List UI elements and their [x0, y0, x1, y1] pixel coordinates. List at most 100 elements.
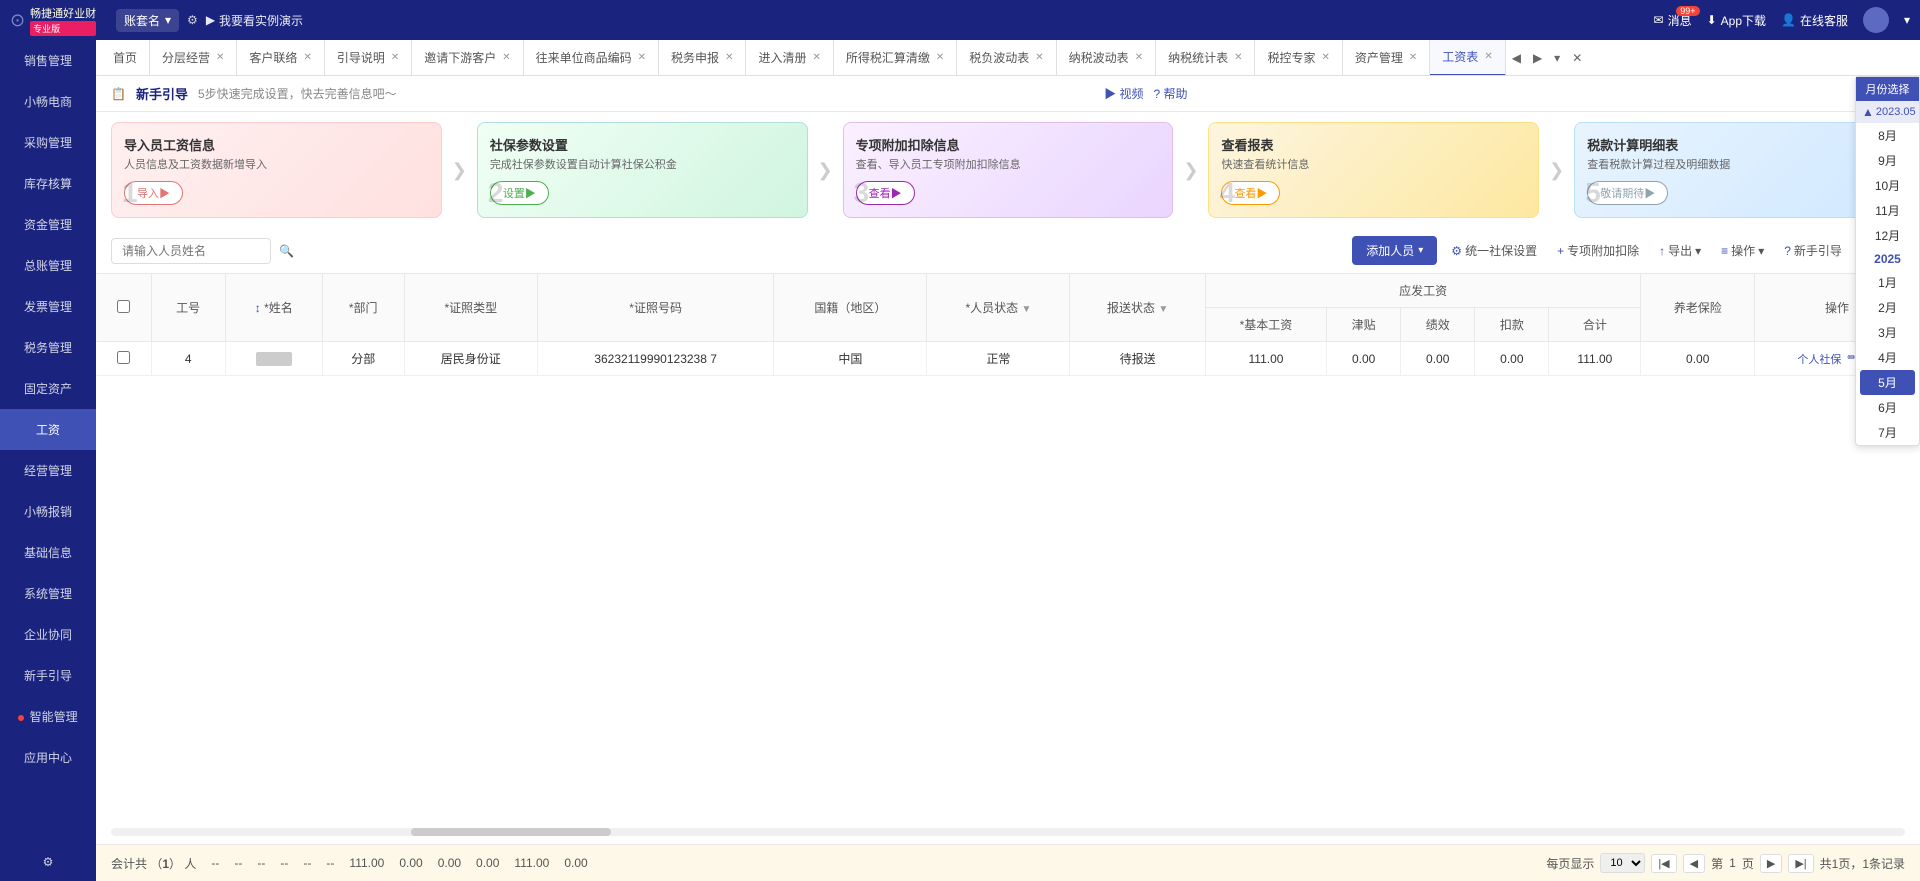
video-link[interactable]: ▶ 视频: [1104, 85, 1143, 102]
app-download-btn[interactable]: ⬇ App下载: [1707, 12, 1766, 29]
step-1-num: 1: [122, 177, 138, 209]
month-nav-up[interactable]: ▲: [1860, 103, 1876, 121]
tab-payroll[interactable]: 工资表 ✕: [1430, 40, 1505, 76]
help-link[interactable]: ? 帮助: [1153, 85, 1187, 102]
tab-nav-right[interactable]: ▶: [1527, 51, 1548, 65]
social-security-setup-btn[interactable]: ⚙ 统一社保设置: [1445, 238, 1543, 263]
scrollbar-thumb[interactable]: [411, 828, 611, 836]
tab-clearance[interactable]: 进入清册 ✕: [746, 40, 833, 76]
page-size-select[interactable]: 10 20 50: [1600, 853, 1645, 873]
month-1[interactable]: 1月: [1856, 270, 1919, 295]
sidebar-item-tax[interactable]: 税务管理: [0, 327, 96, 368]
search-input[interactable]: [111, 238, 271, 264]
last-page-btn[interactable]: ▶|: [1788, 854, 1813, 873]
tab-guide-desc[interactable]: 引导说明 ✕: [325, 40, 412, 76]
tab-tax-burden-close[interactable]: ✕: [1035, 52, 1043, 63]
special-deduction-btn[interactable]: + 专项附加扣除: [1551, 238, 1645, 263]
sidebar-item-purchase[interactable]: 采购管理: [0, 122, 96, 163]
tab-asset-mgmt-close[interactable]: ✕: [1409, 52, 1417, 63]
sidebar-item-invoice[interactable]: 发票管理: [0, 286, 96, 327]
pagination: 每页显示 10 20 50 |◀ ◀ 第 1 页 ▶ ▶| 共1页，1条: [1546, 853, 1905, 873]
tab-tax-stats[interactable]: 纳税统计表 ✕: [1156, 40, 1255, 76]
tab-layered[interactable]: 分层经营 ✕: [150, 40, 237, 76]
filter-send-icon[interactable]: ▼: [1158, 304, 1168, 315]
row-checkbox[interactable]: [117, 351, 130, 364]
tab-nav-left[interactable]: ◀: [1506, 51, 1527, 65]
tab-invite[interactable]: 邀请下游客户 ✕: [412, 40, 523, 76]
month-12[interactable]: 12月: [1856, 223, 1919, 248]
tab-tax-burden[interactable]: 税负波动表 ✕: [957, 40, 1056, 76]
tab-income-tax-close[interactable]: ✕: [936, 52, 944, 63]
sidebar-item-payroll[interactable]: 工资: [0, 409, 96, 450]
sidebar-item-basic[interactable]: 基础信息: [0, 532, 96, 573]
month-5-active[interactable]: 5月: [1860, 370, 1915, 395]
tab-layered-close[interactable]: ✕: [216, 52, 224, 63]
settings-gear-icon[interactable]: ⚙: [0, 843, 96, 881]
sidebar-item-inventory[interactable]: 库存核算: [0, 163, 96, 204]
month-nav-down[interactable]: ▼: [1916, 103, 1920, 121]
sidebar-item-ai[interactable]: 智能管理: [0, 696, 96, 737]
month-9[interactable]: 9月: [1856, 148, 1919, 173]
sidebar-item-ledger[interactable]: 总账管理: [0, 245, 96, 286]
tab-home[interactable]: 首页: [101, 40, 150, 76]
month-3[interactable]: 3月: [1856, 320, 1919, 345]
month-6[interactable]: 6月: [1856, 395, 1919, 420]
user-menu-btn[interactable]: ▾: [1904, 13, 1910, 27]
tab-tax-expert[interactable]: 税控专家 ✕: [1255, 40, 1342, 76]
gear-icon[interactable]: ⚙: [187, 13, 198, 27]
month-4[interactable]: 4月: [1856, 345, 1919, 370]
month-panel-title: 月份选择: [1866, 81, 1910, 97]
tab-tax-report-close[interactable]: ✕: [725, 52, 733, 63]
tab-guide-desc-close[interactable]: ✕: [391, 52, 399, 63]
online-service-btn[interactable]: 👤 在线客服: [1781, 12, 1848, 29]
tab-customer-close[interactable]: ✕: [303, 52, 311, 63]
sidebar-item-system[interactable]: 系统管理: [0, 573, 96, 614]
tab-close-all[interactable]: ✕: [1566, 51, 1588, 65]
sidebar-item-guide[interactable]: 新手引导: [0, 655, 96, 696]
select-all-checkbox[interactable]: [117, 300, 130, 313]
user-avatar[interactable]: [1863, 7, 1889, 33]
personal-social-security-link[interactable]: 个人社保: [1797, 351, 1841, 367]
sidebar-item-ecommerce[interactable]: 小畅电商: [0, 81, 96, 122]
month-2[interactable]: 2月: [1856, 295, 1919, 320]
sidebar-item-expense[interactable]: 小畅报销: [0, 491, 96, 532]
logo-area: ⊙ 畅捷通好业财 专业版: [10, 5, 106, 36]
account-selector[interactable]: 账套名 ▾: [116, 9, 179, 32]
export-btn[interactable]: ↑ 导出 ▾: [1653, 238, 1707, 263]
tab-asset-mgmt[interactable]: 资产管理 ✕: [1343, 40, 1430, 76]
message-btn[interactable]: ✉ 消息 99+: [1654, 12, 1692, 29]
tab-tax-wave-close[interactable]: ✕: [1135, 52, 1143, 63]
next-page-btn[interactable]: ▶: [1760, 854, 1782, 873]
sidebar-item-capital[interactable]: 资金管理: [0, 204, 96, 245]
add-person-btn[interactable]: 添加人员 ▾: [1352, 236, 1437, 265]
tab-tax-report[interactable]: 税务申报 ✕: [659, 40, 746, 76]
tab-tax-wave[interactable]: 纳税波动表 ✕: [1057, 40, 1156, 76]
tab-tax-stats-close[interactable]: ✕: [1234, 52, 1242, 63]
month-11[interactable]: 11月: [1856, 198, 1919, 223]
tab-tax-expert-close[interactable]: ✕: [1322, 52, 1330, 63]
filter-status-icon[interactable]: ▼: [1021, 304, 1031, 315]
sidebar-item-sales[interactable]: 销售管理: [0, 40, 96, 81]
sidebar-item-collab[interactable]: 企业协同: [0, 614, 96, 655]
tab-invite-close[interactable]: ✕: [502, 52, 510, 63]
tab-income-tax[interactable]: 所得税汇算清缴 ✕: [834, 40, 957, 76]
prev-page-btn[interactable]: ◀: [1683, 854, 1705, 873]
tab-customer[interactable]: 客户联络 ✕: [237, 40, 324, 76]
sidebar-item-assets[interactable]: 固定资产: [0, 368, 96, 409]
tab-payroll-close[interactable]: ✕: [1484, 51, 1492, 62]
search-icon[interactable]: 🔍: [279, 244, 294, 258]
demo-link[interactable]: ▶ 我要看实例演示: [206, 12, 303, 29]
tab-clearance-close[interactable]: ✕: [812, 52, 820, 63]
horizontal-scrollbar[interactable]: [111, 828, 1905, 836]
operation-btn[interactable]: ≡ 操作 ▾: [1715, 238, 1770, 263]
month-7[interactable]: 7月: [1856, 420, 1919, 445]
sidebar-item-app[interactable]: 应用中心: [0, 737, 96, 778]
first-page-btn[interactable]: |◀: [1651, 854, 1676, 873]
month-8[interactable]: 8月: [1856, 123, 1919, 148]
tab-product-code[interactable]: 往来单位商品编码 ✕: [524, 40, 659, 76]
month-10[interactable]: 10月: [1856, 173, 1919, 198]
new-guide-btn[interactable]: ? 新手引导: [1778, 238, 1848, 263]
tab-nav-menu[interactable]: ▾: [1548, 51, 1566, 65]
sidebar-item-operation[interactable]: 经营管理: [0, 450, 96, 491]
tab-product-code-close[interactable]: ✕: [638, 52, 646, 63]
